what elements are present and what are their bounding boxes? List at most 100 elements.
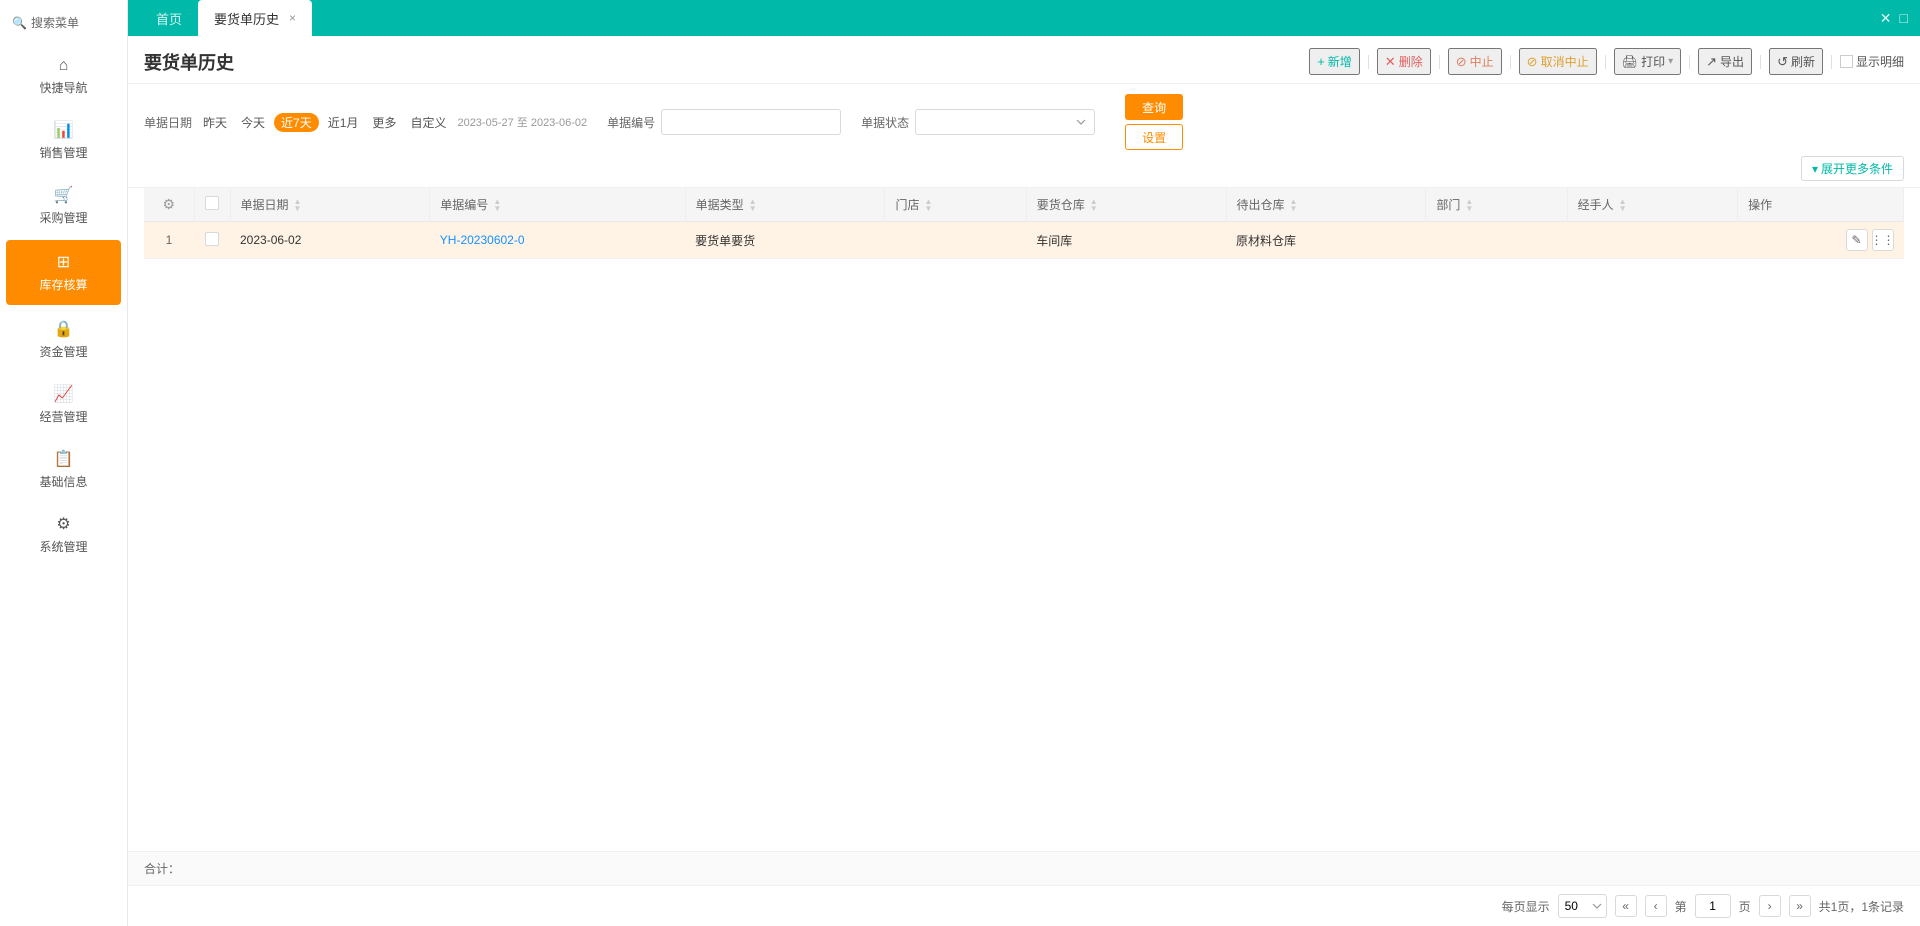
topbar: 首页 要货单历史 × ✕ □: [128, 0, 1920, 36]
col-bill-type-sort[interactable]: ▲▼: [749, 198, 757, 212]
today-shortcut[interactable]: 今天: [236, 113, 270, 132]
sidebar-item-basic-info[interactable]: 📋 基础信息: [0, 437, 127, 502]
display-detail-toggle[interactable]: 显示明细: [1840, 53, 1904, 70]
tab-close-icon[interactable]: ×: [289, 11, 296, 25]
toolbar-divider-6: [1760, 55, 1761, 69]
first-page-button[interactable]: «: [1615, 895, 1637, 917]
stop-button[interactable]: ⊘ 中止: [1448, 48, 1502, 75]
col-department-label: 部门: [1436, 196, 1460, 213]
col-store[interactable]: 门店 ▲▼: [885, 188, 1026, 222]
date-range-display: 2023-05-27 至 2023-06-02: [457, 114, 587, 130]
main-table: ⚙ 单据日期 ▲▼ 单据编号: [144, 188, 1904, 259]
col-bill-no[interactable]: 单据编号 ▲▼: [430, 188, 685, 222]
row-checkbox[interactable]: [205, 232, 219, 246]
col-settings[interactable]: ⚙: [144, 188, 194, 222]
col-handler[interactable]: 经手人 ▲▼: [1567, 188, 1738, 222]
cancel-stop-button[interactable]: ⊘ 取消中止: [1519, 48, 1597, 75]
sidebar-search[interactable]: 🔍 搜索菜单: [0, 0, 127, 45]
col-bill-date[interactable]: 单据日期 ▲▼: [230, 188, 430, 222]
row-checkbox-cell[interactable]: [194, 222, 230, 259]
tab-requisition-history[interactable]: 要货单历史 ×: [198, 0, 312, 36]
more-shortcut[interactable]: 更多: [367, 113, 401, 132]
table-area: ⚙ 单据日期 ▲▼ 单据编号: [128, 188, 1920, 851]
sidebar-item-purchase[interactable]: 🛒 采购管理: [0, 173, 127, 238]
system-icon: ⚙: [56, 514, 70, 534]
filter-row-2: ▾ 展开更多条件: [144, 156, 1904, 181]
row-handler: [1567, 222, 1738, 259]
date-filter-group: 单据日期 昨天 今天 近7天 近1月 更多 自定义 2023-05-27 至 2…: [144, 113, 587, 132]
sidebar-item-quick-nav[interactable]: ⌂ 快捷导航: [0, 45, 127, 108]
purchase-icon: 🛒: [54, 185, 74, 205]
page-title: 要货单历史: [144, 49, 234, 75]
row-store: [885, 222, 1026, 259]
last-page-button[interactable]: »: [1789, 895, 1811, 917]
col-department-sort[interactable]: ▲▼: [1465, 198, 1473, 212]
settings-button[interactable]: 设置: [1125, 124, 1183, 150]
expand-icon: ▾: [1812, 162, 1818, 176]
page-header: 要货单历史 + 新增 ✕ 删除 ⊘ 中止 ⊘: [128, 36, 1920, 84]
col-pending-warehouse[interactable]: 待出仓库 ▲▼: [1226, 188, 1426, 222]
custom-shortcut[interactable]: 自定义: [405, 113, 451, 132]
search-icon: 🔍: [12, 16, 27, 30]
sidebar: 🔍 搜索菜单 ⌂ 快捷导航 📊 销售管理 🛒 采购管理 ⊞ 库存核算 🔒 资金管…: [0, 0, 128, 926]
display-detail-checkbox[interactable]: [1840, 55, 1853, 68]
next-page-button[interactable]: ›: [1759, 895, 1781, 917]
col-pending-warehouse-sort[interactable]: ▲▼: [1290, 198, 1298, 212]
col-req-warehouse-sort[interactable]: ▲▼: [1090, 198, 1098, 212]
row-edit-button[interactable]: ✎: [1846, 229, 1868, 251]
window-close-icon[interactable]: ✕: [1880, 10, 1892, 27]
col-department[interactable]: 部门 ▲▼: [1426, 188, 1567, 222]
per-page-select[interactable]: 20 50 100: [1558, 894, 1607, 918]
last7days-shortcut[interactable]: 近7天: [274, 113, 319, 132]
col-bill-date-label: 单据日期: [241, 196, 289, 213]
refresh-button[interactable]: ↺ 刷新: [1769, 48, 1823, 75]
table-settings-icon[interactable]: ⚙: [162, 196, 175, 212]
sidebar-item-system[interactable]: ⚙ 系统管理: [0, 502, 127, 567]
col-bill-date-sort[interactable]: ▲▼: [294, 198, 302, 212]
row-bill-no[interactable]: YH-20230602-0: [430, 222, 685, 259]
expand-more-label: 展开更多条件: [1821, 160, 1893, 177]
col-checkbox[interactable]: [194, 188, 230, 222]
print-dropdown-icon[interactable]: ▾: [1668, 56, 1673, 67]
last-month-shortcut[interactable]: 近1月: [323, 113, 364, 132]
col-bill-type[interactable]: 单据类型 ▲▼: [685, 188, 885, 222]
status-select[interactable]: 全部 待审核 已审核 已中止: [915, 109, 1095, 135]
operations-icon: 📈: [54, 384, 74, 404]
page-input[interactable]: [1695, 894, 1731, 918]
sidebar-item-operations[interactable]: 📈 经营管理: [0, 372, 127, 437]
select-all-checkbox[interactable]: [205, 196, 219, 210]
print-button[interactable]: 🖨 打印 ▾: [1614, 48, 1682, 75]
new-button[interactable]: + 新增: [1309, 48, 1360, 75]
filter-row-1: 单据日期 昨天 今天 近7天 近1月 更多 自定义 2023-05-27 至 2…: [144, 94, 1904, 150]
col-bill-no-sort[interactable]: ▲▼: [493, 198, 501, 212]
col-handler-label: 经手人: [1578, 196, 1614, 213]
new-icon: +: [1317, 54, 1325, 69]
footer-total-label: 合计：: [144, 860, 204, 877]
sidebar-item-finance[interactable]: 🔒 资金管理: [0, 307, 127, 372]
toolbar-divider-1: [1368, 55, 1369, 69]
prev-page-button[interactable]: ‹: [1645, 895, 1667, 917]
expand-more-button[interactable]: ▾ 展开更多条件: [1801, 156, 1904, 181]
bill-no-input[interactable]: [661, 109, 841, 135]
sidebar-item-sales[interactable]: 📊 销售管理: [0, 108, 127, 173]
pagination: 每页显示 20 50 100 « ‹ 第 页 › » 共1页，1条记录: [128, 885, 1920, 926]
toolbar-divider-4: [1605, 55, 1606, 69]
tab-home[interactable]: 首页: [140, 0, 198, 36]
col-handler-sort[interactable]: ▲▼: [1619, 198, 1627, 212]
col-req-warehouse[interactable]: 要货仓库 ▲▼: [1026, 188, 1226, 222]
window-maximize-icon[interactable]: □: [1900, 10, 1908, 26]
export-label: 导出: [1720, 53, 1744, 70]
row-pending-warehouse: 原材料仓库: [1226, 222, 1426, 259]
query-button[interactable]: 查询: [1125, 94, 1183, 120]
delete-button[interactable]: ✕ 删除: [1377, 48, 1431, 75]
toolbar-divider-2: [1439, 55, 1440, 69]
row-more-button[interactable]: ⋮⋮: [1872, 229, 1894, 251]
export-button[interactable]: ↗ 导出: [1698, 48, 1752, 75]
sidebar-item-inventory[interactable]: ⊞ 库存核算: [6, 240, 121, 305]
table-row[interactable]: 1 2023-06-02 YH-20230602-0 要货单要货 车间库 原材料…: [144, 222, 1904, 259]
yesterday-shortcut[interactable]: 昨天: [198, 113, 232, 132]
row-bill-no-link[interactable]: YH-20230602-0: [440, 233, 525, 247]
col-store-sort[interactable]: ▲▼: [924, 198, 932, 212]
page-label: 第: [1675, 898, 1687, 915]
col-actions: 操作: [1738, 188, 1904, 222]
